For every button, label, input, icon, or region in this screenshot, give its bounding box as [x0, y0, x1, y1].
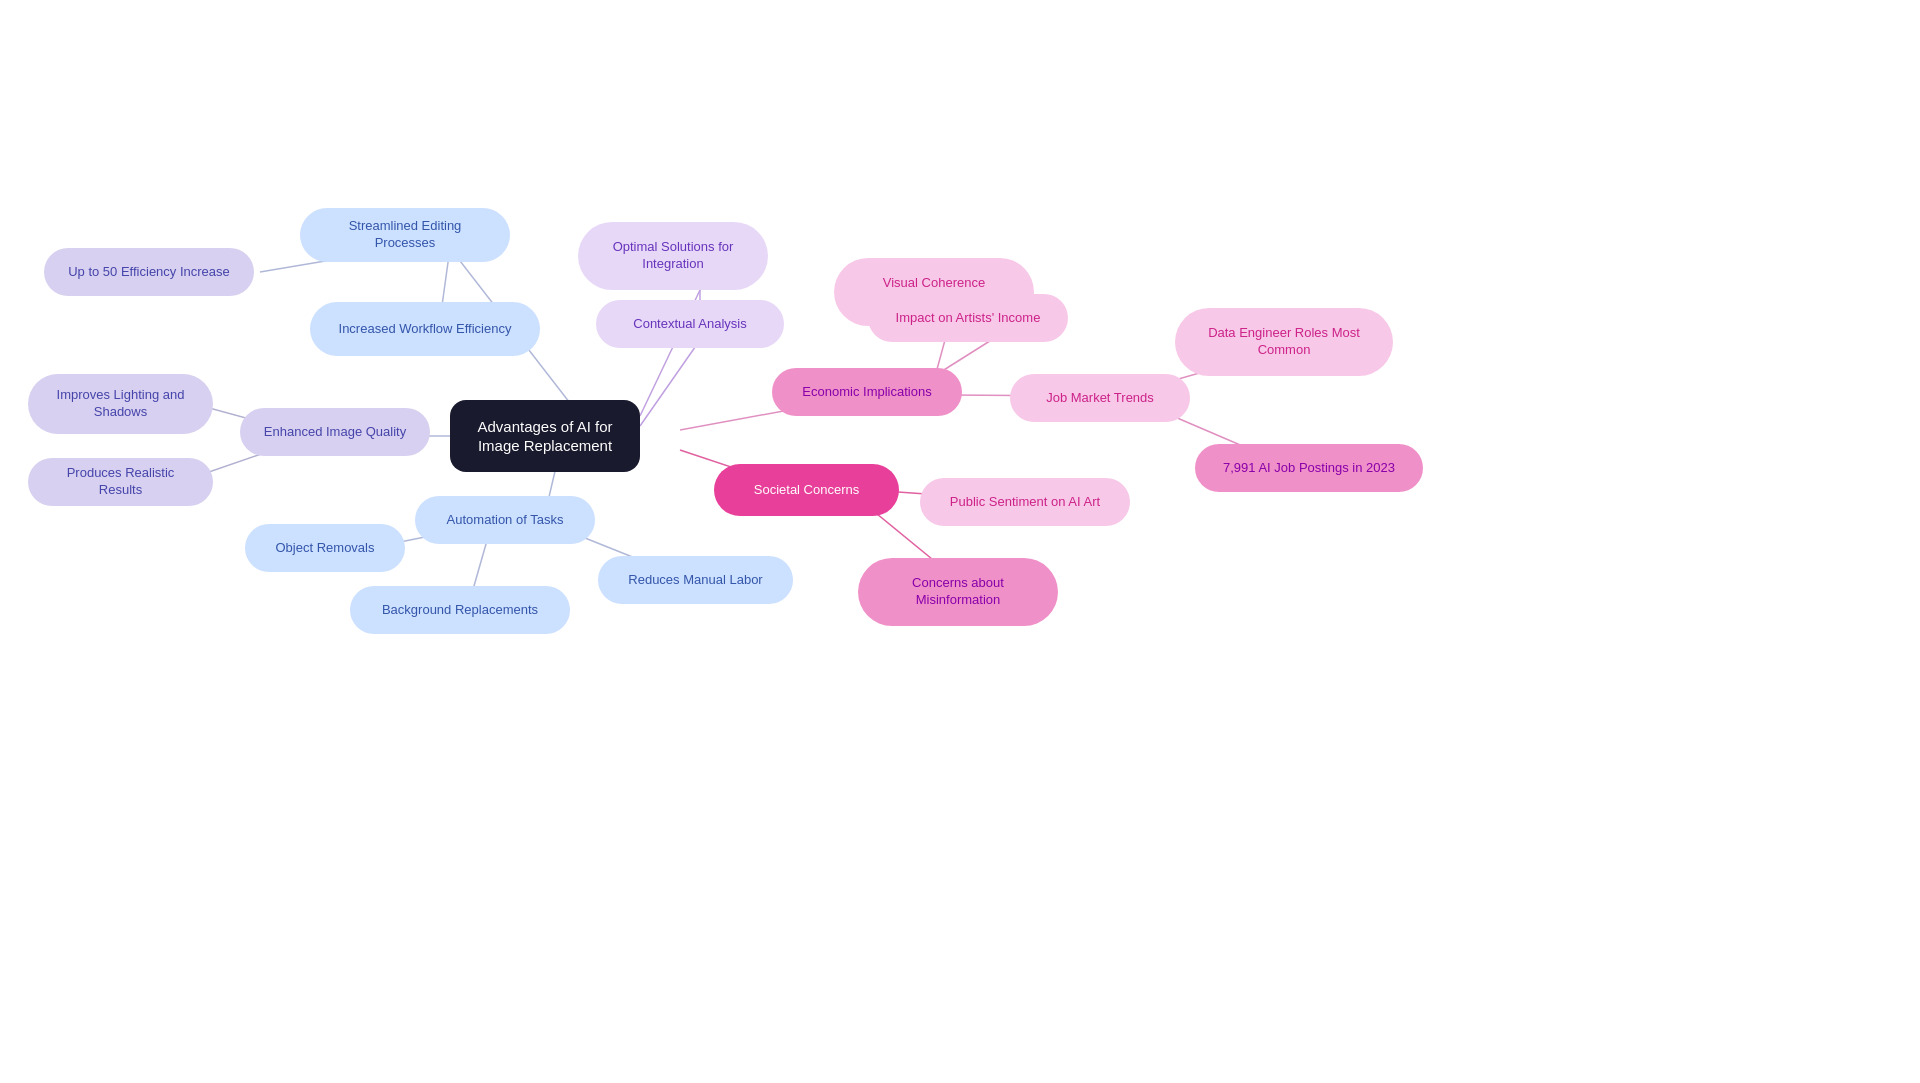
node-economic: Economic Implications — [772, 368, 962, 416]
center-node: Advantages of AI for Image Replacement — [450, 400, 640, 472]
node-societal: Societal Concerns — [714, 464, 899, 516]
node-misinformation: Concerns about Misinformation — [858, 558, 1058, 626]
node-efficiency-up: Up to 50 Efficiency Increase — [44, 248, 254, 296]
svg-line-4 — [640, 340, 700, 426]
node-streamlined: Streamlined Editing Processes — [300, 208, 510, 262]
node-contextual: Contextual Analysis — [596, 300, 784, 348]
node-job-market: Job Market Trends — [1010, 374, 1190, 422]
node-realistic: Produces Realistic Results — [28, 458, 213, 506]
node-artists-income: Impact on Artists' Income — [868, 294, 1068, 342]
node-enhanced: Enhanced Image Quality — [240, 408, 430, 456]
node-public-sentiment: Public Sentiment on AI Art — [920, 478, 1130, 526]
node-workflow: Increased Workflow Efficiency — [310, 302, 540, 356]
node-lighting: Improves Lighting and Shadows — [28, 374, 213, 434]
node-data-engineer: Data Engineer Roles Most Common — [1175, 308, 1393, 376]
node-optimal: Optimal Solutions for Integration — [578, 222, 768, 290]
node-manual-labor: Reduces Manual Labor — [598, 556, 793, 604]
node-job-postings: 7,991 AI Job Postings in 2023 — [1195, 444, 1423, 492]
node-object-removals: Object Removals — [245, 524, 405, 572]
node-background: Background Replacements — [350, 586, 570, 634]
node-automation: Automation of Tasks — [415, 496, 595, 544]
